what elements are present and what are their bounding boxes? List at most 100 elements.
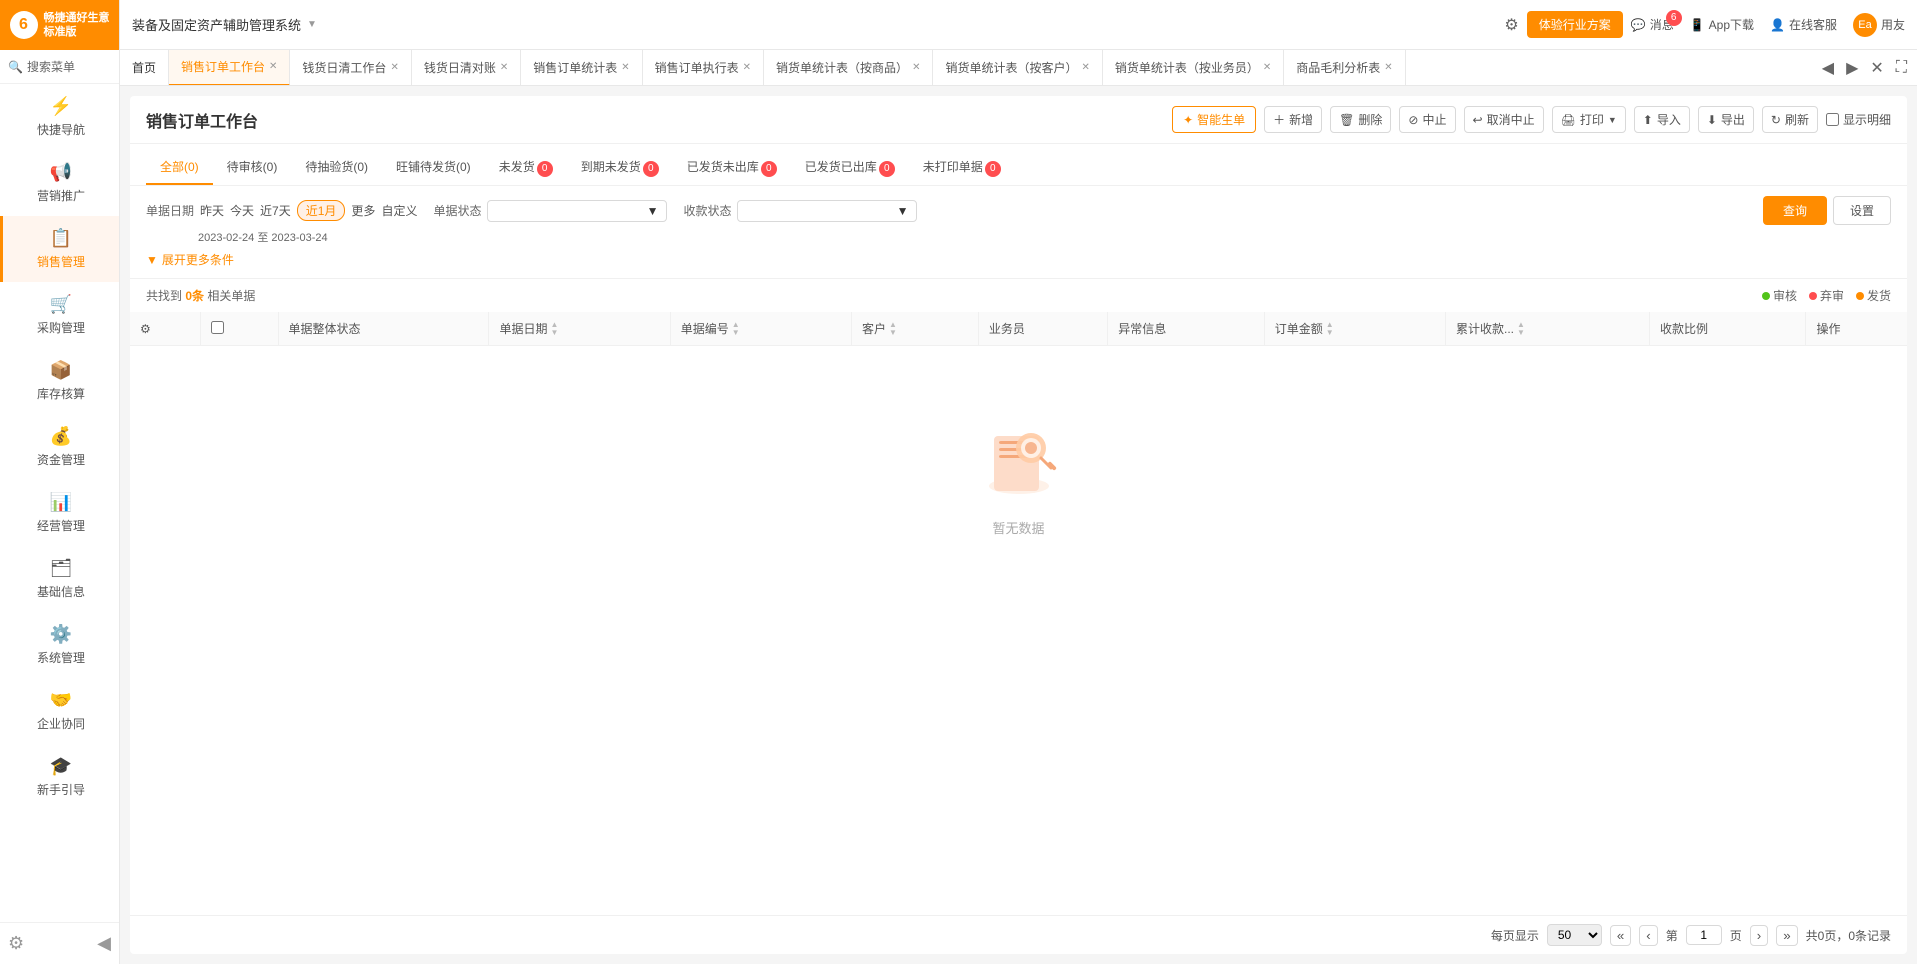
print-button[interactable]: 🖨 打印 ▼ [1552,106,1626,133]
sub-tab-shipped-out[interactable]: 已发货已出库0 [791,152,909,185]
tab-scroll-left-icon[interactable]: ◀ [1818,58,1838,78]
tab-margin-label: 商品毛利分析表 [1296,59,1380,76]
tab-sales-order-workbench[interactable]: 销售订单工作台 ✕ [169,50,290,86]
tab-close-icon[interactable]: ✕ [1384,62,1392,73]
col-customer[interactable]: 客户 ▲▼ [852,312,979,346]
finance-icon: 💰 [50,426,72,447]
search-menu[interactable]: 🔍 搜索菜单 [0,50,119,84]
sidebar-item-sales[interactable]: 📋 销售管理 [0,216,119,282]
sort-date[interactable]: 单据日期 ▲▼ [499,320,659,337]
expand-conditions-button[interactable]: ▼ 展开更多条件 [146,251,1891,268]
page-number-input[interactable] [1686,925,1722,945]
tab-cash-reconcile[interactable]: 钱货日清对账 ✕ [412,50,521,86]
date-custom[interactable]: 自定义 [381,202,417,219]
sort-received[interactable]: 累计收款... ▲▼ [1456,320,1639,337]
refresh-button[interactable]: ↻ 刷新 [1762,106,1818,133]
stop-button[interactable]: ⊘ 中止 [1399,106,1455,133]
messages-button[interactable]: 💬 消息 6 [1631,16,1674,33]
tab-close-all-icon[interactable]: ✕ [1866,58,1887,78]
ship-action[interactable]: 发货 [1856,287,1891,304]
tab-close-icon[interactable]: ✕ [912,62,920,73]
delete-button[interactable]: 🗑 删除 [1330,106,1391,133]
add-button[interactable]: ＋ 新增 [1264,106,1322,133]
sort-customer[interactable]: 客户 ▲▼ [862,320,968,337]
tab-ship-salesman[interactable]: 销货单统计表（按业务员） ✕ [1103,50,1284,86]
filter-status-select[interactable]: ▼ [487,200,667,222]
sort-amount[interactable]: 订单金额 ▲▼ [1275,320,1435,337]
unreview-action[interactable]: 弃审 [1809,287,1844,304]
sub-tab-pending-review[interactable]: 待审核(0) [213,152,292,185]
col-amount[interactable]: 订单金额 ▲▼ [1264,312,1445,346]
sidebar-item-operation[interactable]: 📊 经营管理 [0,480,119,546]
tab-scroll-right-icon[interactable]: ▶ [1842,58,1862,78]
sub-tab-overdue[interactable]: 到期未发货0 [567,152,673,185]
first-page-button[interactable]: « [1610,925,1631,946]
cancel-stop-button[interactable]: ↩ 取消中止 [1464,106,1544,133]
sidebar-item-purchase[interactable]: 🛒 采购管理 [0,282,119,348]
tab-sales-exec[interactable]: 销售订单执行表 ✕ [643,50,764,86]
filter-payment-select[interactable]: ▼ [737,200,917,222]
col-number[interactable]: 单据编号 ▲▼ [670,312,851,346]
query-button[interactable]: 查询 [1763,196,1827,225]
sub-tab-wangpu[interactable]: 旺铺待发货(0) [382,152,485,185]
next-page-button[interactable]: › [1750,925,1768,946]
sidebar-item-marketing[interactable]: 📢 营销推广 [0,150,119,216]
date-today[interactable]: 今天 [230,202,254,219]
sidebar-item-inventory[interactable]: 📦 库存核算 [0,348,119,414]
tab-ship-product[interactable]: 销货单统计表（按商品） ✕ [764,50,933,86]
date-7days[interactable]: 近7天 [260,202,291,219]
sort-number[interactable]: 单据编号 ▲▼ [681,320,841,337]
import-button[interactable]: ⬆ 导入 [1634,106,1690,133]
tab-close-icon[interactable]: ✕ [1263,62,1271,73]
header-settings-icon[interactable]: ⚙ [1504,15,1518,35]
col-date[interactable]: 单据日期 ▲▼ [489,312,670,346]
sidebar-item-quick-nav[interactable]: ⚡ 快捷导航 [0,84,119,150]
review-action[interactable]: 审核 [1762,287,1797,304]
tab-close-icon[interactable]: ✕ [743,62,751,73]
sidebar-item-finance[interactable]: 💰 资金管理 [0,414,119,480]
settings-icon[interactable]: ⚙ [8,933,24,954]
last-page-button[interactable]: » [1776,925,1797,946]
date-yesterday[interactable]: 昨天 [200,202,224,219]
detail-checkbox-label[interactable]: 显示明细 [1826,111,1891,128]
tab-close-icon[interactable]: ✕ [390,62,398,73]
export-button[interactable]: ⬇ 导出 [1698,106,1754,133]
tab-sales-exec-label: 销售订单执行表 [655,59,739,76]
tab-sales-stats-label: 销售订单统计表 [533,59,617,76]
date-more[interactable]: 更多 [351,202,375,219]
sort-arrows-amount: ▲▼ [1326,321,1334,337]
detail-checkbox[interactable] [1826,113,1839,126]
col-setting-icon[interactable]: ⚙ [140,322,151,336]
industry-solution-button[interactable]: 体验行业方案 [1527,11,1623,38]
tab-close-icon[interactable]: ✕ [269,61,277,72]
tab-sales-stats[interactable]: 销售订单统计表 ✕ [521,50,642,86]
prev-page-button[interactable]: ‹ [1639,925,1657,946]
sidebar-item-guide[interactable]: 🎓 新手引导 [0,744,119,810]
col-received[interactable]: 累计收款... ▲▼ [1445,312,1649,346]
sub-tab-not-shipped[interactable]: 未发货0 [485,152,567,185]
app-download-button[interactable]: 📱 App下载 [1690,16,1754,33]
sub-tab-pending-inspect[interactable]: 待抽验货(0) [291,152,382,185]
per-page-select[interactable]: 50 10 20 100 [1547,924,1602,946]
sub-tab-all[interactable]: 全部(0) [146,152,213,185]
online-service-button[interactable]: 👤 在线客服 [1770,16,1837,33]
tab-margin[interactable]: 商品毛利分析表 ✕ [1284,50,1405,86]
sidebar-item-enterprise[interactable]: 🤝 企业协同 [0,678,119,744]
tab-close-icon[interactable]: ✕ [621,62,629,73]
user-menu-button[interactable]: Ea 用友 [1853,13,1905,37]
select-all-checkbox[interactable] [211,321,224,334]
sub-tab-not-printed[interactable]: 未打印单据0 [909,152,1015,185]
tab-home[interactable]: 首页 [120,50,169,86]
collapse-icon[interactable]: ◀ [97,933,111,954]
tab-cash-daily[interactable]: 钱货日清工作台 ✕ [290,50,411,86]
tab-close-icon[interactable]: ✕ [1081,62,1089,73]
date-1month[interactable]: 近1月 [297,200,346,221]
tab-ship-customer[interactable]: 销货单统计表（按客户） ✕ [933,50,1102,86]
sidebar-item-system[interactable]: ⚙️ 系统管理 [0,612,119,678]
sidebar-item-basic[interactable]: 🗂 基础信息 [0,546,119,612]
tab-close-icon[interactable]: ✕ [500,62,508,73]
smart-generate-button[interactable]: ✦ 智能生单 [1172,106,1256,133]
sub-tab-shipped-not-out[interactable]: 已发货未出库0 [673,152,791,185]
set-button[interactable]: 设置 [1833,196,1891,225]
tab-maximize-icon[interactable]: ⛶ [1892,59,1911,77]
